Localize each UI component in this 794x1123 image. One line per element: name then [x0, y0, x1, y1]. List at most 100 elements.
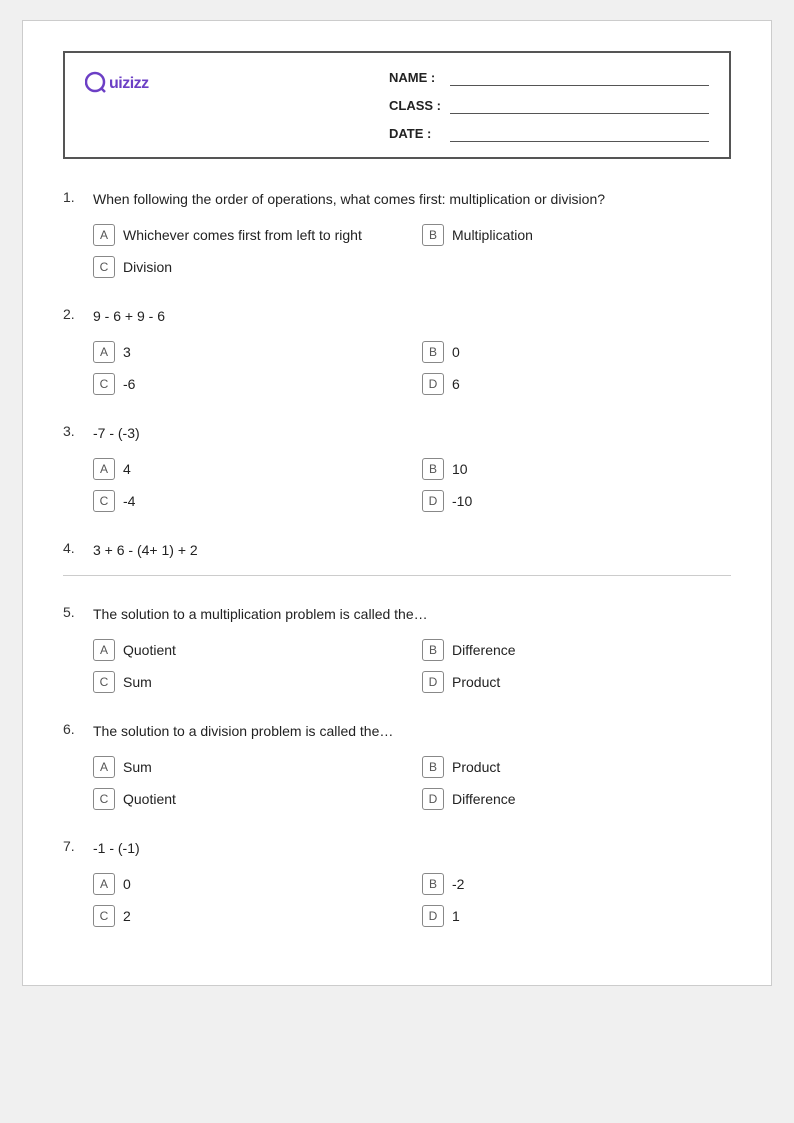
question-number-6: 6.: [63, 721, 85, 737]
question-row-7: 7.-1 - (-1): [63, 838, 731, 859]
answer-text-7-C: 2: [123, 908, 131, 924]
question-row-3: 3. -7 - (-3): [63, 423, 731, 444]
answer-item-6-C: CQuotient: [93, 788, 402, 810]
answer-text-1-A: Whichever comes first from left to right: [123, 227, 362, 243]
question-block-4: 4. 3 + 6 - (4+ 1) + 2: [63, 540, 731, 576]
question-text-1: When following the order of operations, …: [93, 189, 605, 210]
question-text-7: -1 - (-1): [93, 838, 140, 859]
logo: uizizz: [85, 68, 195, 96]
questions-container: 1.When following the order of operations…: [63, 189, 731, 927]
answer-letter-3-A: A: [93, 458, 115, 480]
header-left: uizizz: [85, 68, 195, 114]
answer-text-5-D: Product: [452, 674, 500, 690]
answer-item-5-A: A Quotient: [93, 639, 402, 661]
answer-letter-6-B: B: [422, 756, 444, 778]
answer-item-3-D: D -10: [422, 490, 731, 512]
date-field-row: DATE :: [389, 124, 709, 142]
answer-text-5-B: Difference: [452, 642, 516, 658]
question-text-4: 3 + 6 - (4+ 1) + 2: [93, 540, 198, 561]
answer-item-5-D: D Product: [422, 671, 731, 693]
question-block-5: 5. The solution to a multiplication probl…: [63, 604, 731, 693]
answer-text-5-C: Sum: [123, 674, 152, 690]
answer-item-2-C: C -6: [93, 373, 402, 395]
answer-item-7-B: B-2: [422, 873, 731, 895]
question-row-6: 6. The solution to a division problem is …: [63, 721, 731, 742]
question-number-2: 2.: [63, 306, 85, 322]
question-text-3: -7 - (-3): [93, 423, 140, 444]
answers-grid-2: A3B0C-6D6: [63, 341, 731, 395]
answers-grid-7: A0 B-2 C2 D1: [63, 873, 731, 927]
answer-item-6-A: A Sum: [93, 756, 402, 778]
answer-letter-5-D: D: [422, 671, 444, 693]
name-field-row: NAME :: [389, 68, 709, 86]
answer-item-7-D: D1: [422, 905, 731, 927]
class-line: [450, 96, 709, 114]
question-row-2: 2.9 - 6 + 9 - 6: [63, 306, 731, 327]
question-number-3: 3.: [63, 423, 85, 439]
answer-item-5-C: C Sum: [93, 671, 402, 693]
answer-letter-2-B: B: [422, 341, 444, 363]
answer-letter-2-C: C: [93, 373, 115, 395]
answer-text-3-B: 10: [452, 461, 468, 477]
answer-letter-2-D: D: [422, 373, 444, 395]
question-text-5: The solution to a multiplication problem…: [93, 604, 428, 625]
answer-letter-2-A: A: [93, 341, 115, 363]
question-number-5: 5.: [63, 604, 85, 620]
answer-text-7-A: 0: [123, 876, 131, 892]
answer-text-7-B: -2: [452, 876, 464, 892]
answer-text-1-C: Division: [123, 259, 172, 275]
class-label: CLASS :: [389, 98, 444, 113]
page: uizizz NAME : CLASS : DATE : 1.When foll…: [22, 20, 772, 986]
question-row-5: 5. The solution to a multiplication probl…: [63, 604, 731, 625]
answer-item-1-A: A Whichever comes first from left to righ…: [93, 224, 402, 246]
answer-text-2-D: 6: [452, 376, 460, 392]
answer-text-3-A: 4: [123, 461, 131, 477]
header-right: NAME : CLASS : DATE :: [389, 68, 709, 142]
question-number-4: 4.: [63, 540, 85, 556]
question-row-1: 1.When following the order of operations…: [63, 189, 731, 210]
question-divider-4: [63, 575, 731, 576]
answer-text-1-B: Multiplication: [452, 227, 533, 243]
question-text-6: The solution to a division problem is ca…: [93, 721, 393, 742]
question-block-2: 2.9 - 6 + 9 - 6A3B0C-6D6: [63, 306, 731, 395]
answer-letter-1-B: B: [422, 224, 444, 246]
answer-letter-1-A: A: [93, 224, 115, 246]
name-line: [450, 68, 709, 86]
question-block-1: 1.When following the order of operations…: [63, 189, 731, 278]
answer-text-2-C: -6: [123, 376, 135, 392]
answer-letter-6-A: A: [93, 756, 115, 778]
answer-text-6-D: Difference: [452, 791, 516, 807]
question-block-3: 3. -7 - (-3) A4 B 10 C-4 D -10: [63, 423, 731, 512]
date-label: DATE :: [389, 126, 444, 141]
answer-item-3-A: A4: [93, 458, 402, 480]
answer-item-6-D: DDifference: [422, 788, 731, 810]
answer-item-5-B: B Difference: [422, 639, 731, 661]
answer-item-7-A: A0: [93, 873, 402, 895]
answer-text-3-D: -10: [452, 493, 472, 509]
answers-grid-6: A Sum BProduct CQuotient DDifference: [63, 756, 731, 810]
answer-letter-5-B: B: [422, 639, 444, 661]
answer-item-7-C: C2: [93, 905, 402, 927]
answer-text-2-A: 3: [123, 344, 131, 360]
answer-letter-5-C: C: [93, 671, 115, 693]
answer-letter-6-C: C: [93, 788, 115, 810]
answer-text-5-A: Quotient: [123, 642, 176, 658]
answer-item-1-C: CDivision: [93, 256, 402, 278]
answer-item-1-B: B Multiplication: [422, 224, 731, 246]
answers-grid-5: A Quotient B Difference C Sum D Product: [63, 639, 731, 693]
class-field-row: CLASS :: [389, 96, 709, 114]
answer-text-6-A: Sum: [123, 759, 152, 775]
answer-letter-3-B: B: [422, 458, 444, 480]
question-block-6: 6. The solution to a division problem is …: [63, 721, 731, 810]
header: uizizz NAME : CLASS : DATE :: [63, 51, 731, 159]
answer-text-7-D: 1: [452, 908, 460, 924]
answers-grid-1: A Whichever comes first from left to righ…: [63, 224, 731, 278]
date-line: [450, 124, 709, 142]
answer-letter-5-A: A: [93, 639, 115, 661]
answer-letter-7-A: A: [93, 873, 115, 895]
answer-letter-3-D: D: [422, 490, 444, 512]
answer-item-6-B: BProduct: [422, 756, 731, 778]
name-label: NAME :: [389, 70, 444, 85]
answer-item-3-C: C-4: [93, 490, 402, 512]
question-block-7: 7.-1 - (-1) A0 B-2 C2 D1: [63, 838, 731, 927]
